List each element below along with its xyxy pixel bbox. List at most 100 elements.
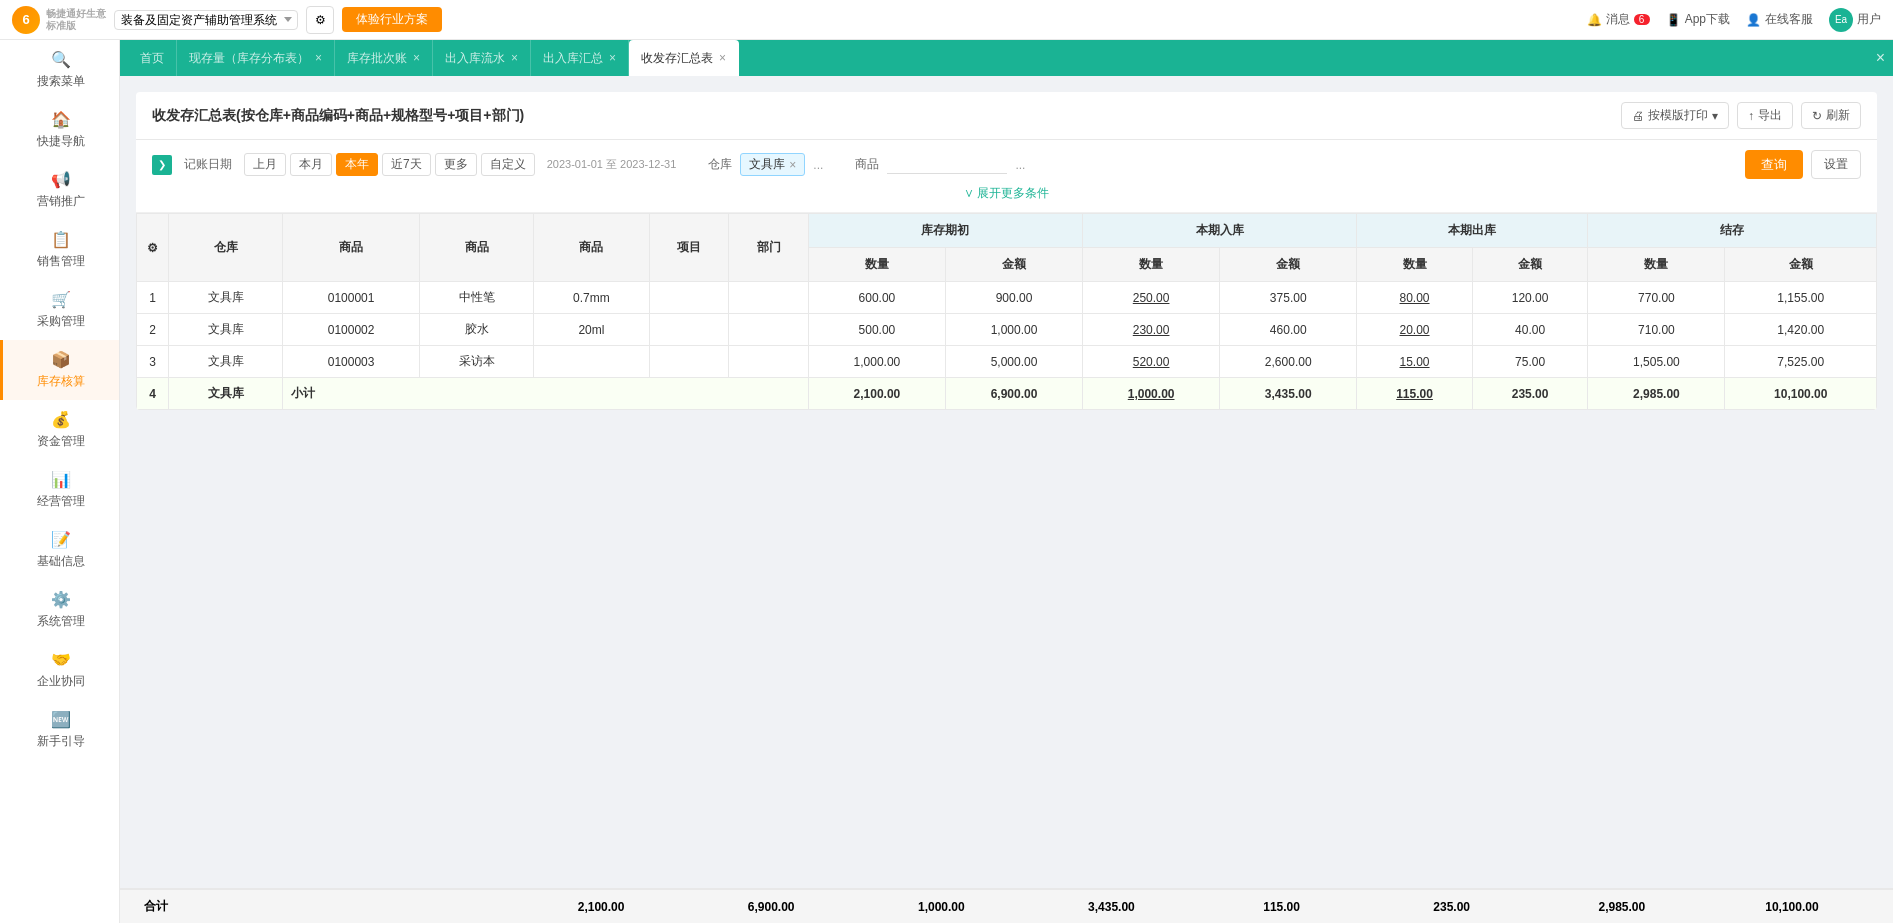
- cell-dept: [729, 314, 809, 346]
- subtotal-out-amt: 235.00: [1472, 378, 1588, 410]
- tab-recv-send[interactable]: 收发存汇总表 ×: [629, 40, 739, 76]
- system-icon: ⚙️: [51, 590, 71, 609]
- query-button[interactable]: 查询: [1745, 150, 1803, 179]
- settings-button[interactable]: 设置: [1811, 150, 1861, 179]
- collab-icon: 🤝: [51, 650, 71, 669]
- date-this-month[interactable]: 本月: [290, 153, 332, 176]
- tab-close-inout-summary[interactable]: ×: [609, 52, 616, 64]
- tab-close-stock-dist[interactable]: ×: [315, 52, 322, 64]
- sidebar-item-basic[interactable]: 📝 基础信息: [0, 520, 119, 580]
- print-button[interactable]: 🖨 按模版打印 ▾: [1621, 102, 1729, 129]
- subtotal-no: 4: [137, 378, 169, 410]
- user-item[interactable]: Ea 用户: [1829, 8, 1881, 32]
- sidebar-item-search[interactable]: 🔍 搜索菜单: [0, 40, 119, 100]
- sidebar-item-purchase[interactable]: 🛒 采购管理: [0, 280, 119, 340]
- cell-in-qty: 250.00: [1083, 282, 1220, 314]
- title-actions: 🖨 按模版打印 ▾ ↑ 导出 ↻ 刷新: [1621, 102, 1861, 129]
- cell-opening-amt: 5,000.00: [945, 346, 1082, 378]
- th-warehouse: 仓库: [169, 214, 283, 282]
- th-out-group: 本期出库: [1357, 214, 1588, 248]
- expand-row: ∨ 展开更多条件: [152, 185, 1861, 202]
- basic-icon: 📝: [51, 530, 71, 549]
- cell-in-amt: 460.00: [1220, 314, 1357, 346]
- tab-batch[interactable]: 库存批次账 ×: [335, 40, 433, 76]
- experience-button[interactable]: 体验行业方案: [342, 7, 442, 32]
- settings-icon[interactable]: ⚙: [147, 241, 158, 255]
- notifications-item[interactable]: 🔔 消息 6: [1587, 11, 1650, 28]
- filter-toggle[interactable]: ❯: [152, 155, 172, 175]
- cell-closing-qty: 1,505.00: [1588, 346, 1725, 378]
- warehouse-tag-close[interactable]: ×: [789, 158, 796, 172]
- settings-icon[interactable]: ⚙: [306, 6, 334, 34]
- sidebar-item-inventory[interactable]: 📦 库存核算: [0, 340, 119, 400]
- purchase-icon: 🛒: [51, 290, 71, 309]
- cell-project: [649, 282, 729, 314]
- subtotal-opening-qty: 2,100.00: [808, 378, 945, 410]
- warehouse-label: 仓库: [708, 156, 732, 173]
- sidebar-item-finance[interactable]: 💰 资金管理: [0, 400, 119, 460]
- system-selector[interactable]: 装备及固定资产辅助管理系统: [114, 10, 298, 30]
- cell-closing-amt: 1,155.00: [1725, 282, 1877, 314]
- date-this-year[interactable]: 本年: [336, 153, 378, 176]
- th-settings: ⚙: [137, 214, 169, 282]
- date-last-month[interactable]: 上月: [244, 153, 286, 176]
- sidebar-item-operations[interactable]: 📊 经营管理: [0, 460, 119, 520]
- total-out-qty: 115.00: [1197, 900, 1367, 914]
- sidebar-item-guide[interactable]: 🆕 新手引导: [0, 700, 119, 760]
- tab-close-recv-send[interactable]: ×: [719, 52, 726, 64]
- subtotal-closing-amt: 10,100.00: [1725, 378, 1877, 410]
- tab-home[interactable]: 首页: [128, 40, 177, 76]
- cell-name: 采访本: [420, 346, 534, 378]
- total-in-amt: 3,435.00: [1026, 900, 1196, 914]
- page-title: 收发存汇总表(按仓库+商品编码+商品+规格型号+项目+部门): [152, 107, 524, 125]
- sidebar-item-sales[interactable]: 📋 销售管理: [0, 220, 119, 280]
- tab-close-batch[interactable]: ×: [413, 52, 420, 64]
- goods-input[interactable]: [887, 155, 1007, 174]
- tab-stock-dist[interactable]: 现存量（库存分布表） ×: [177, 40, 335, 76]
- th-in-group: 本期入库: [1083, 214, 1357, 248]
- expand-button[interactable]: ∨ 展开更多条件: [964, 186, 1049, 200]
- subtotal-out-qty: 115.00: [1357, 378, 1473, 410]
- total-closing-amt: 10,100.00: [1707, 900, 1877, 914]
- cell-in-qty: 230.00: [1083, 314, 1220, 346]
- cell-out-qty: 15.00: [1357, 346, 1473, 378]
- online-service-item[interactable]: 👤 在线客服: [1746, 11, 1813, 28]
- chevron-down-icon: ▾: [1712, 109, 1718, 123]
- header-right: 🔔 消息 6 📱 App下载 👤 在线客服 Ea 用户: [1587, 8, 1881, 32]
- content-area: 首页 现存量（库存分布表） × 库存批次账 × 出入库流水 × 出入库汇总 × …: [120, 40, 1893, 923]
- tab-inout-summary[interactable]: 出入库汇总 ×: [531, 40, 629, 76]
- th-goods-name: 商品: [420, 214, 534, 282]
- export-button[interactable]: ↑ 导出: [1737, 102, 1793, 129]
- goods-more-btn[interactable]: ...: [1015, 158, 1025, 172]
- th-in-amt: 金额: [1220, 248, 1357, 282]
- sidebar-item-quick-nav[interactable]: 🏠 快捷导航: [0, 100, 119, 160]
- total-out-amt: 235.00: [1367, 900, 1537, 914]
- service-icon: 👤: [1746, 13, 1761, 27]
- cell-closing-amt: 7,525.00: [1725, 346, 1877, 378]
- cell-project: [649, 314, 729, 346]
- th-opening-amt: 金额: [945, 248, 1082, 282]
- avatar: Ea: [1829, 8, 1853, 32]
- refresh-button[interactable]: ↻ 刷新: [1801, 102, 1861, 129]
- cell-spec: [534, 346, 650, 378]
- warehouse-more-btn[interactable]: ...: [813, 158, 823, 172]
- main-layout: 🔍 搜索菜单 🏠 快捷导航 📢 营销推广 📋 销售管理 🛒 采购管理 📦 库存核…: [0, 40, 1893, 923]
- date-7days[interactable]: 近7天: [382, 153, 431, 176]
- date-more[interactable]: 更多: [435, 153, 477, 176]
- app-download-item[interactable]: 📱 App下载: [1666, 11, 1730, 28]
- th-closing-group: 结存: [1588, 214, 1877, 248]
- tab-inout-flow[interactable]: 出入库流水 ×: [433, 40, 531, 76]
- th-goods-spec: 商品: [534, 214, 650, 282]
- sidebar-item-marketing[interactable]: 📢 营销推广: [0, 160, 119, 220]
- date-custom[interactable]: 自定义: [481, 153, 535, 176]
- close-all-tabs[interactable]: ×: [1876, 49, 1885, 67]
- cell-warehouse: 文具库: [169, 346, 283, 378]
- sidebar-item-collab[interactable]: 🤝 企业协同: [0, 640, 119, 700]
- th-goods-code: 商品: [283, 214, 420, 282]
- date-shortcuts: 上月 本月 本年 近7天 更多 自定义: [244, 153, 535, 176]
- th-department: 部门: [729, 214, 809, 282]
- page-content: 收发存汇总表(按仓库+商品编码+商品+规格型号+项目+部门) 🖨 按模版打印 ▾…: [120, 76, 1893, 888]
- tab-close-inout-flow[interactable]: ×: [511, 52, 518, 64]
- notifications-badge: 6: [1634, 14, 1650, 25]
- sidebar-item-system[interactable]: ⚙️ 系统管理: [0, 580, 119, 640]
